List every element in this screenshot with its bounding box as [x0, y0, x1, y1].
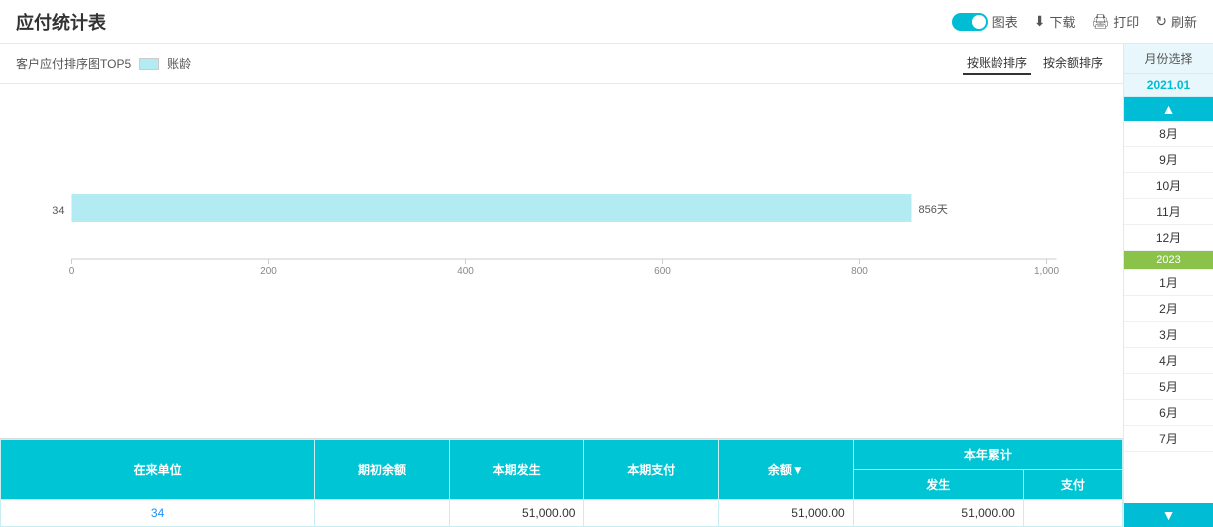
sidebar-year-display: 2021.01 [1124, 74, 1213, 97]
download-label: 下载 [1049, 12, 1075, 31]
sidebar-month-6[interactable]: 6月 [1124, 400, 1213, 426]
sort-by-age-button[interactable]: 按账龄排序 [963, 52, 1031, 75]
col-opening: 期初余额 [315, 440, 450, 500]
sidebar-month-8[interactable]: 8月 [1124, 121, 1213, 147]
sidebar-scroll-up-button[interactable]: ▲ [1124, 97, 1213, 121]
legend-label: 账龄 [167, 55, 191, 72]
month-sidebar: 月份选择 2021.01 ▲ 8月 9月 10月 11月 12月 2023 1月… [1123, 44, 1213, 527]
sidebar-month-5[interactable]: 5月 [1124, 374, 1213, 400]
print-icon: 🖨 [1091, 13, 1109, 30]
sidebar-month-3[interactable]: 3月 [1124, 322, 1213, 348]
print-button[interactable]: 🖨 打印 [1091, 12, 1139, 31]
sidebar-month-10[interactable]: 10月 [1124, 173, 1213, 199]
bar-chart: 34 856天 0 200 400 600 800 1,000 [20, 94, 1103, 314]
svg-text:800: 800 [851, 266, 868, 277]
sidebar-year-2023: 2023 [1124, 251, 1213, 270]
page-title: 应付统计表 [16, 9, 106, 35]
sidebar-month-2[interactable]: 2月 [1124, 296, 1213, 322]
sidebar-months-list: 8月 9月 10月 11月 12月 2023 1月 2月 3月 4月 5月 6月… [1124, 121, 1213, 503]
chart-label: 图表 [992, 12, 1018, 31]
sidebar-title: 月份选择 [1124, 44, 1213, 74]
sidebar-scroll-down-button[interactable]: ▼ [1124, 503, 1213, 527]
chart-legend: 客户应付排序图TOP5 账龄 [16, 55, 191, 72]
cell-ytd-pay [1023, 500, 1122, 527]
data-table: 在来单位 期初余额 本期发生 本期支付 余额▼ 本年累计 发生 支付 [0, 438, 1123, 527]
col-ytd-occur: 发生 [853, 470, 1023, 500]
header-actions: 图表 ⬇ 下载 🖨 打印 ↻ 刷新 [952, 12, 1197, 31]
bar-rect [72, 194, 912, 222]
toggle-switch-icon[interactable] [952, 13, 988, 31]
cell-opening [315, 500, 450, 527]
legend-text: 客户应付排序图TOP5 [16, 55, 131, 72]
col-ytd-pay: 支付 [1023, 470, 1122, 500]
legend-box-icon [139, 58, 159, 70]
sort-by-balance-button[interactable]: 按余额排序 [1039, 52, 1107, 75]
sort-buttons: 按账龄排序 按余额排序 [963, 52, 1107, 75]
col-ytd-header: 本年累计 [853, 440, 1122, 470]
bar-end-label: 856天 [919, 204, 948, 216]
cell-current-occur: 51,000.00 [449, 500, 584, 527]
col-unit: 在来单位 [1, 440, 315, 500]
col-current-occur: 本期发生 [449, 440, 584, 500]
refresh-button[interactable]: ↻ 刷新 [1155, 12, 1197, 31]
table-row: 34 51,000.00 51,000.00 51,000.00 [1, 500, 1123, 527]
sidebar-month-12[interactable]: 12月 [1124, 225, 1213, 251]
sidebar-month-7[interactable]: 7月 [1124, 426, 1213, 452]
refresh-label: 刷新 [1171, 12, 1197, 31]
chart-header: 客户应付排序图TOP5 账龄 按账龄排序 按余额排序 [0, 44, 1123, 84]
sidebar-month-4[interactable]: 4月 [1124, 348, 1213, 374]
bar-y-label: 34 [52, 205, 64, 217]
col-current-pay: 本期支付 [584, 440, 719, 500]
sidebar-month-1[interactable]: 1月 [1124, 270, 1213, 296]
sidebar-month-9[interactable]: 9月 [1124, 147, 1213, 173]
cell-unit[interactable]: 34 [1, 500, 315, 527]
svg-text:1,000: 1,000 [1034, 266, 1059, 277]
unit-link: 34 [151, 506, 164, 520]
download-icon: ⬇ [1034, 13, 1046, 30]
svg-text:600: 600 [654, 266, 671, 277]
sidebar-month-11[interactable]: 11月 [1124, 199, 1213, 225]
download-button[interactable]: ⬇ 下载 [1034, 12, 1076, 31]
cell-ytd-occur: 51,000.00 [853, 500, 1023, 527]
svg-text:0: 0 [69, 266, 75, 277]
chart-container: 34 856天 0 200 400 600 800 1,000 [0, 84, 1123, 438]
refresh-icon: ↻ [1155, 13, 1167, 30]
print-label: 打印 [1113, 12, 1139, 31]
chart-toggle[interactable]: 图表 [952, 12, 1018, 31]
svg-text:200: 200 [260, 266, 277, 277]
svg-text:400: 400 [457, 266, 474, 277]
cell-current-pay [584, 500, 719, 527]
cell-balance: 51,000.00 [719, 500, 854, 527]
col-balance: 余额▼ [719, 440, 854, 500]
